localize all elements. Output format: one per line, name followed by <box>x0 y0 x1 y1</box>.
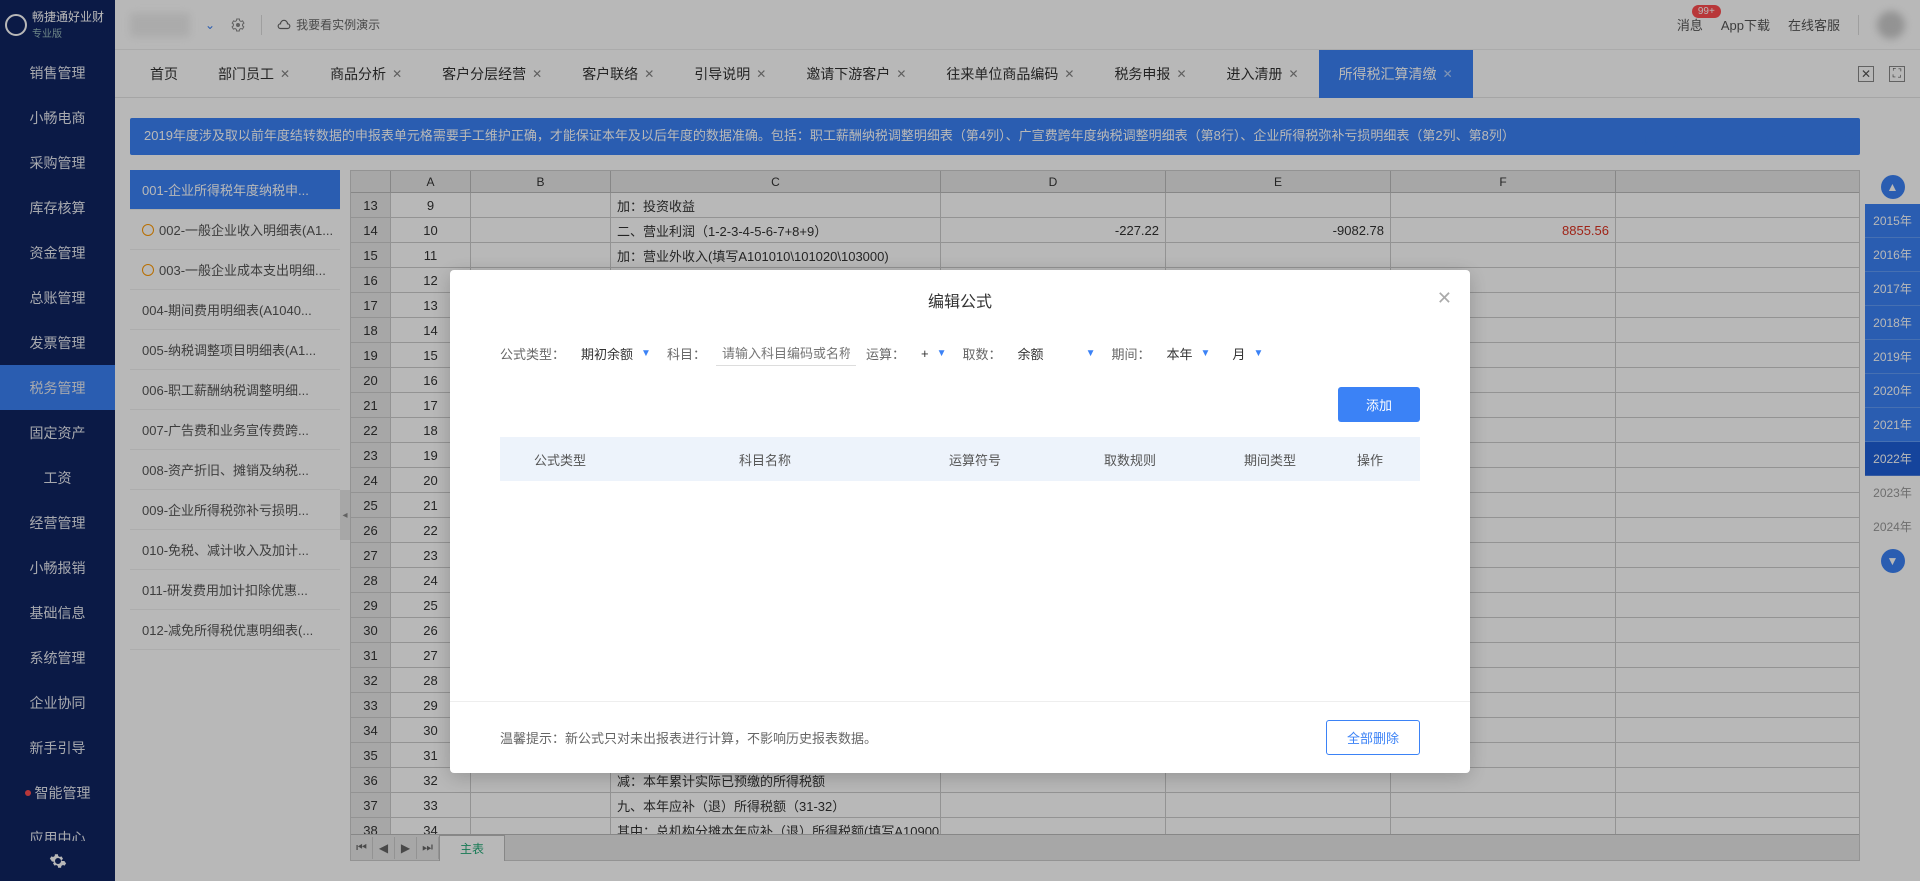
edit-formula-modal: 编辑公式 ✕ 公式类型： 期初余额▼ 科目： 运算： +▼ 取数： 余额▼ 期间… <box>450 270 1470 773</box>
operator-select[interactable]: +▼ <box>915 342 953 365</box>
period-year-select[interactable]: 本年▼ <box>1161 340 1217 367</box>
fetch-select[interactable]: 余额▼ <box>1011 340 1101 367</box>
formula-table-body <box>500 481 1420 681</box>
modal-tip: 温馨提示：新公式只对未出报表进行计算，不影响历史报表数据。 <box>500 728 877 747</box>
modal-footer: 温馨提示：新公式只对未出报表进行计算，不影响历史报表数据。 全部删除 <box>450 701 1470 773</box>
period-month-select[interactable]: 月▼ <box>1226 340 1269 367</box>
add-button[interactable]: 添加 <box>1338 387 1420 422</box>
formula-type-select[interactable]: 期初余额▼ <box>575 340 657 367</box>
subject-input[interactable] <box>716 342 856 366</box>
formula-table-header: 公式类型 科目名称 运算符号 取数规则 期间类型 操作 <box>500 437 1420 481</box>
modal-close-icon[interactable]: ✕ <box>1437 288 1452 309</box>
modal-title: 编辑公式 <box>928 288 992 312</box>
formula-form: 公式类型： 期初余额▼ 科目： 运算： +▼ 取数： 余额▼ 期间： 本年▼ 月… <box>500 340 1420 367</box>
delete-all-button[interactable]: 全部删除 <box>1326 720 1420 755</box>
modal-header: 编辑公式 ✕ <box>450 270 1470 330</box>
